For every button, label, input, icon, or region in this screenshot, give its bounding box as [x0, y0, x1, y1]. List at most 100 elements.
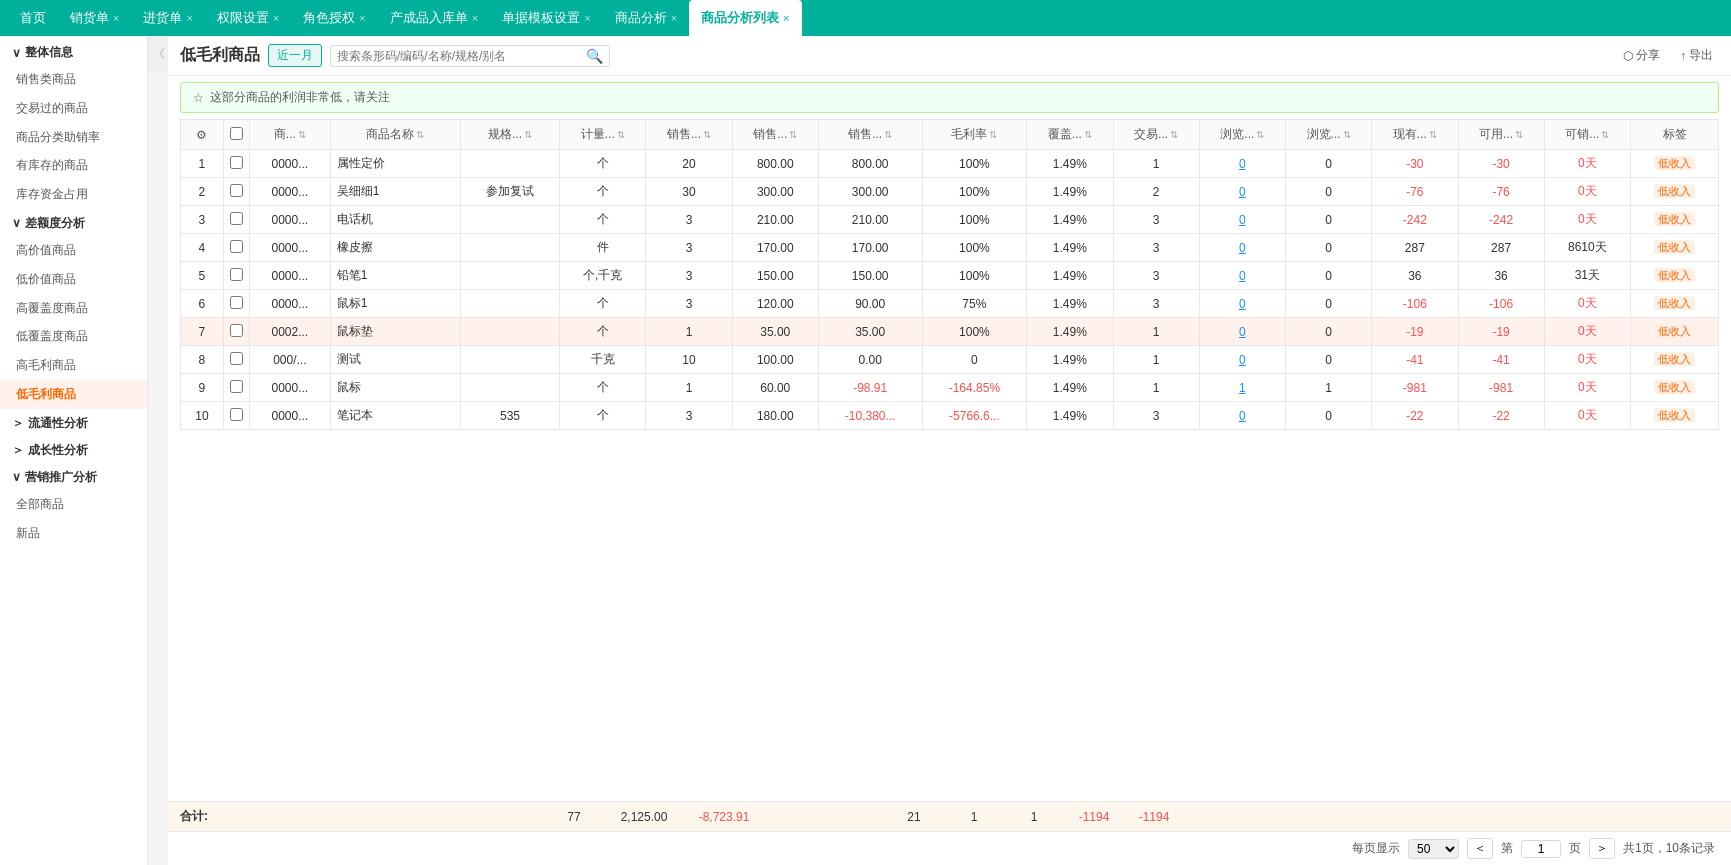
search-icon[interactable]: 🔍: [586, 48, 603, 64]
cell-cover-rate: 1.49%: [1027, 346, 1113, 374]
sidebar-group-circulation[interactable]: ＞ 流通性分析: [0, 409, 147, 436]
row-checkbox[interactable]: [230, 240, 243, 253]
row-checkbox[interactable]: [230, 296, 243, 309]
page-size-select[interactable]: 50 100 200: [1408, 839, 1459, 859]
cell-checkbox: [223, 290, 249, 318]
th-spec[interactable]: 规格...⇅: [460, 120, 559, 150]
sidebar-item-new-goods[interactable]: 新品: [0, 519, 147, 548]
row-checkbox[interactable]: [230, 324, 243, 337]
nav-sales-order[interactable]: 销货单 ×: [58, 0, 131, 36]
cell-gross-rate: 100%: [922, 206, 1027, 234]
select-all-checkbox[interactable]: [230, 127, 243, 140]
th-sales-qty[interactable]: 销售...⇅: [646, 120, 732, 150]
row-checkbox[interactable]: [230, 408, 243, 421]
sidebar-item-traded-goods[interactable]: 交易过的商品: [0, 94, 147, 123]
chevron-down-icon: ∨: [12, 46, 21, 60]
close-icon[interactable]: ×: [584, 12, 590, 24]
th-current-stock[interactable]: 现有...⇅: [1372, 120, 1458, 150]
cell-spec: [460, 346, 559, 374]
close-icon[interactable]: ×: [186, 12, 192, 24]
row-checkbox[interactable]: [230, 156, 243, 169]
th-trade-count[interactable]: 交易...⇅: [1113, 120, 1199, 150]
cell-sales-amount: -10,380...: [818, 402, 922, 430]
sidebar-item-all-goods[interactable]: 全部商品: [0, 490, 147, 519]
nav-purchase-order[interactable]: 进货单 ×: [131, 0, 204, 36]
th-cover-rate[interactable]: 覆盖...⇅: [1027, 120, 1113, 150]
share-button[interactable]: ⬡ 分享: [1617, 45, 1666, 66]
nav-product-analysis[interactable]: 商品分析 ×: [603, 0, 689, 36]
filter-recent-month-button[interactable]: 近一月: [268, 44, 322, 67]
th-unit[interactable]: 计量...⇅: [560, 120, 646, 150]
nav-role-auth[interactable]: 角色授权 ×: [291, 0, 377, 36]
sidebar-item-stock-capital[interactable]: 库存资金占用: [0, 180, 147, 209]
browse-link[interactable]: 0: [1239, 269, 1246, 283]
row-checkbox[interactable]: [230, 268, 243, 281]
row-checkbox[interactable]: [230, 212, 243, 225]
cell-checkbox: [223, 150, 249, 178]
browse-link[interactable]: 0: [1239, 409, 1246, 423]
next-page-button[interactable]: ＞: [1589, 838, 1615, 859]
cell-name: 鼠标: [330, 374, 460, 402]
cell-spec: [460, 262, 559, 290]
th-settings[interactable]: ⚙: [181, 120, 224, 150]
close-icon[interactable]: ×: [472, 12, 478, 24]
sidebar-item-in-stock-goods[interactable]: 有库存的商品: [0, 151, 147, 180]
row-checkbox[interactable]: [230, 352, 243, 365]
th-saleable-stock[interactable]: 可销...⇅: [1544, 120, 1630, 150]
nav-permission-setting[interactable]: 权限设置 ×: [205, 0, 291, 36]
sidebar-group-growth[interactable]: ＞ 成长性分析: [0, 436, 147, 463]
cell-gross-rate: 100%: [922, 150, 1027, 178]
sidebar-item-low-profit[interactable]: 低毛利商品: [0, 380, 147, 409]
sidebar-collapse-button[interactable]: 《: [148, 36, 168, 72]
nav-product-analysis-list[interactable]: 商品分析列表 ×: [689, 0, 801, 36]
th-avail-stock[interactable]: 可用...⇅: [1458, 120, 1544, 150]
browse-link[interactable]: 0: [1239, 213, 1246, 227]
cell-avail-stock: -22: [1458, 402, 1544, 430]
sidebar-item-low-coverage[interactable]: 低覆盖度商品: [0, 322, 147, 351]
close-icon[interactable]: ×: [273, 12, 279, 24]
page-number-input[interactable]: [1521, 840, 1561, 858]
nav-home[interactable]: 首页: [8, 0, 58, 36]
th-sales-price[interactable]: 销售...⇅: [732, 120, 818, 150]
sidebar-item-high-coverage[interactable]: 高覆盖度商品: [0, 294, 147, 323]
search-input[interactable]: [337, 49, 586, 63]
close-icon[interactable]: ×: [113, 12, 119, 24]
cell-unit: 个: [560, 402, 646, 430]
browse-link[interactable]: 0: [1239, 353, 1246, 367]
browse-link[interactable]: 0: [1239, 157, 1246, 171]
browse-link[interactable]: 0: [1239, 297, 1246, 311]
th-gross-rate[interactable]: 毛利率⇅: [922, 120, 1027, 150]
sidebar-item-low-value[interactable]: 低价值商品: [0, 265, 147, 294]
sidebar-item-high-value[interactable]: 高价值商品: [0, 236, 147, 265]
cell-sales-qty: 30: [646, 178, 732, 206]
notice-text: 这部分商品的利润非常低，请关注: [210, 89, 390, 106]
cell-browse-count1: 0: [1199, 178, 1285, 206]
cell-code: 000/...: [249, 346, 330, 374]
row-checkbox[interactable]: [230, 380, 243, 393]
cell-browse-count2: 0: [1286, 234, 1372, 262]
browse-link[interactable]: 0: [1239, 241, 1246, 255]
th-sales-amount[interactable]: 销售...⇅: [818, 120, 922, 150]
nav-product-entry[interactable]: 产成品入库单 ×: [378, 0, 490, 36]
browse-link[interactable]: 0: [1239, 325, 1246, 339]
th-code[interactable]: 商...⇅: [249, 120, 330, 150]
cell-trade-count: 3: [1113, 206, 1199, 234]
prev-page-button[interactable]: ＜: [1467, 838, 1493, 859]
row-checkbox[interactable]: [230, 184, 243, 197]
close-icon[interactable]: ×: [783, 12, 789, 24]
content-area: 低毛利商品 近一月 🔍 ⬡ 分享 ↑ 导出 ☆ 这部分商品的利润非常低，请关注: [168, 36, 1731, 865]
sidebar-item-sales-goods[interactable]: 销售类商品: [0, 65, 147, 94]
th-name[interactable]: 商品名称⇅: [330, 120, 460, 150]
sidebar-item-high-profit[interactable]: 高毛利商品: [0, 351, 147, 380]
th-browse-count1[interactable]: 浏览...⇅: [1199, 120, 1285, 150]
browse-link[interactable]: 1: [1239, 381, 1246, 395]
th-browse-count2[interactable]: 浏览...⇅: [1286, 120, 1372, 150]
tag-badge: 低收入: [1654, 352, 1695, 366]
table-row: 4 0000... 橡皮擦 件 3 170.00 170.00 100% 1.4…: [181, 234, 1719, 262]
browse-link[interactable]: 0: [1239, 185, 1246, 199]
nav-template-setting[interactable]: 单据模板设置 ×: [490, 0, 602, 36]
close-icon[interactable]: ×: [359, 12, 365, 24]
export-button[interactable]: ↑ 导出: [1674, 45, 1719, 66]
sidebar-item-category-assist[interactable]: 商品分类助销率: [0, 123, 147, 152]
close-icon[interactable]: ×: [671, 12, 677, 24]
